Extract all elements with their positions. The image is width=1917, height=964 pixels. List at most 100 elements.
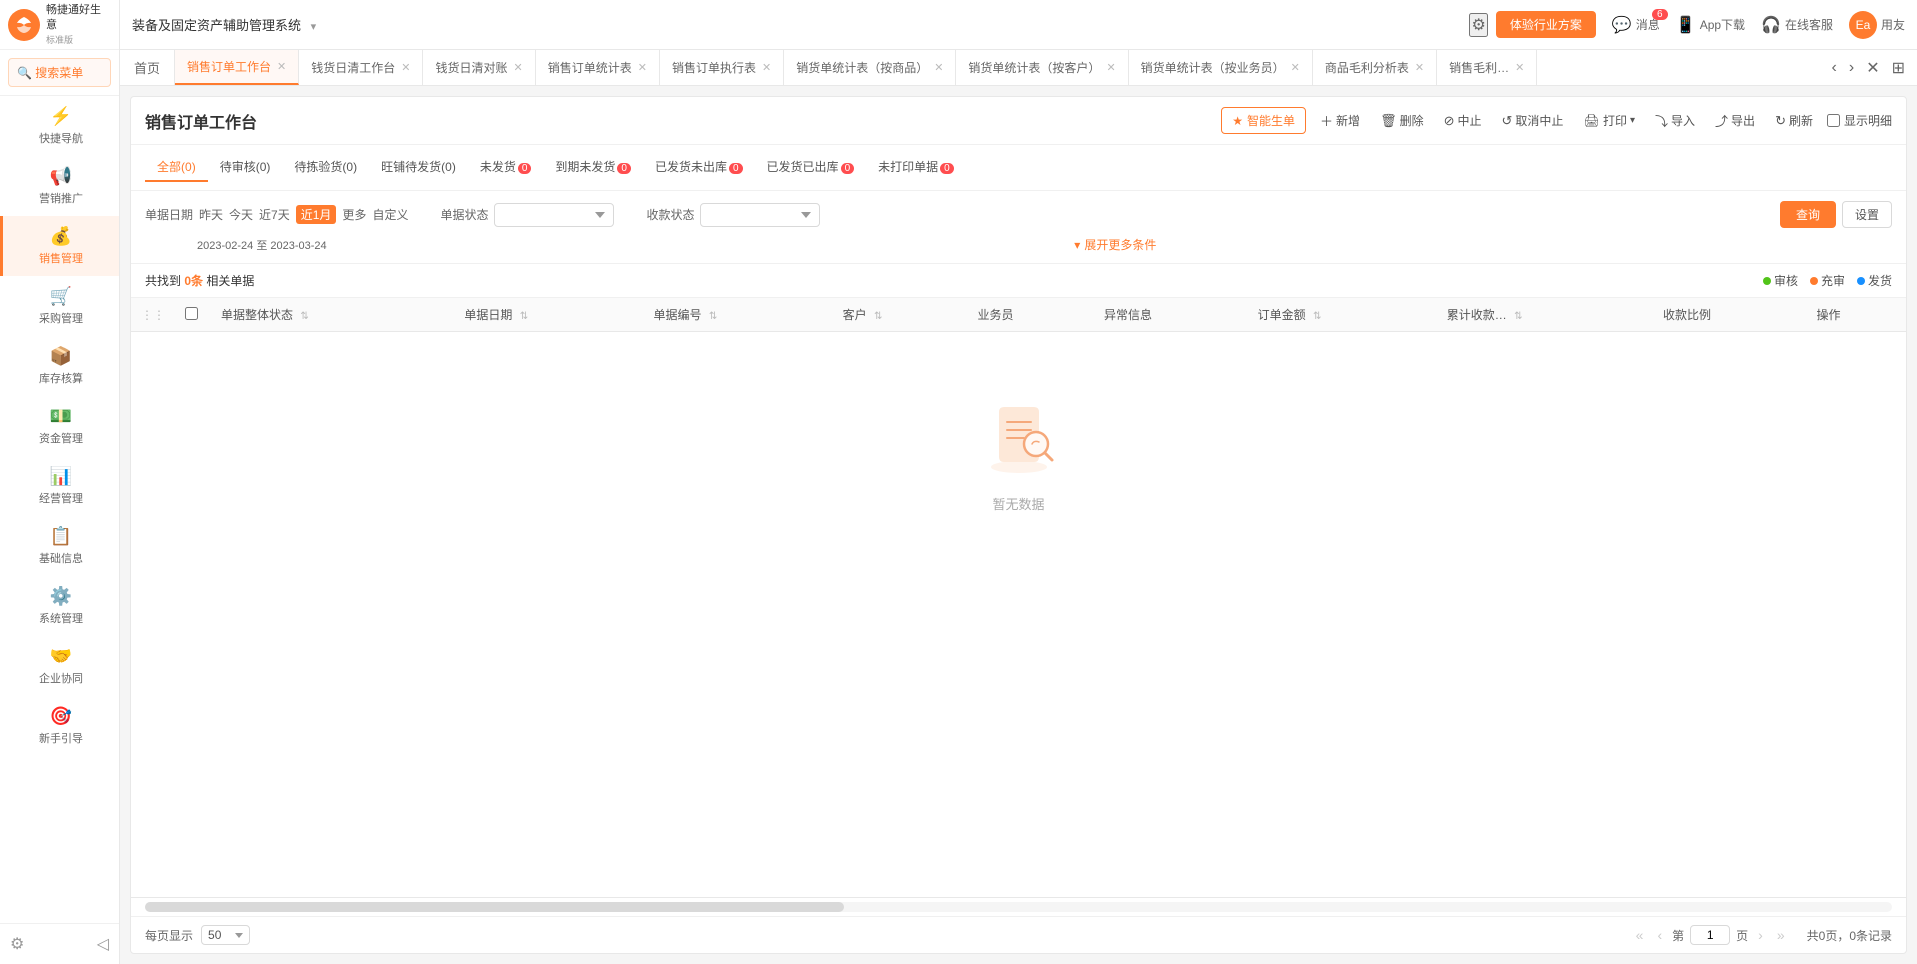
tab-sale-stat-salesperson-close[interactable]: ✕ — [1291, 61, 1300, 74]
page-next-btn[interactable]: › — [1754, 925, 1767, 945]
tab-sales-order-close[interactable]: ✕ — [277, 60, 286, 73]
sidebar-collapse-btn[interactable]: ◁ — [97, 934, 109, 954]
tab-sale-summary[interactable]: 销售毛利… ✕ — [1437, 50, 1537, 85]
tab-sale-stat-customer-close[interactable]: ✕ — [1106, 61, 1115, 74]
filter-tab-shipped-out[interactable]: 已发货已出库0 — [755, 153, 867, 182]
tab-sales-order[interactable]: 销售订单工作台 ✕ — [175, 50, 299, 85]
delete-btn[interactable]: 🗑 删除 — [1374, 108, 1430, 133]
bulk-anti-review-btn[interactable]: 充审 — [1810, 272, 1845, 289]
page-last-btn[interactable]: » — [1773, 925, 1789, 945]
date-7days[interactable]: 近7天 — [259, 206, 290, 223]
sort-status-icon[interactable]: ⇅ — [300, 311, 308, 322]
tab-sale-stat-customer[interactable]: 销货单统计表（按客户） ✕ — [956, 50, 1128, 85]
smart-create-btn[interactable]: ★ 智能生单 — [1221, 107, 1306, 134]
filter-tab-not-shipped[interactable]: 未发货0 — [468, 153, 544, 182]
page-size-select[interactable]: 10 20 50 100 — [201, 925, 250, 945]
payment-filter-select[interactable]: 已收款 未收款 — [700, 203, 820, 227]
tab-cash-reconcile[interactable]: 钱货日清对账 ✕ — [423, 50, 535, 85]
date-today[interactable]: 今天 — [229, 206, 253, 223]
page-first-btn[interactable]: « — [1632, 925, 1648, 945]
tab-cash-daily[interactable]: 钱货日清工作台 ✕ — [299, 50, 423, 85]
tab-sales-exec[interactable]: 销售订单执行表 ✕ — [660, 50, 784, 85]
filter-tab-all[interactable]: 全部(0) — [145, 153, 208, 182]
sidebar-item-operation[interactable]: 📊 经营管理 — [0, 456, 119, 516]
tab-cash-reconcile-close[interactable]: ✕ — [514, 61, 523, 74]
filter-tab-pending-review[interactable]: 待审核(0) — [208, 153, 283, 182]
tab-product-margin[interactable]: 商品毛利分析表 ✕ — [1313, 50, 1437, 85]
filter-settings-btn[interactable]: 设置 — [1842, 201, 1892, 228]
search-menu-btn[interactable]: 🔍 搜索菜单 — [8, 58, 111, 87]
select-all-checkbox[interactable] — [185, 307, 198, 320]
settings-gear-btn[interactable]: ⚙ — [1469, 13, 1487, 37]
tab-sales-exec-close[interactable]: ✕ — [762, 61, 771, 74]
filter-tab-shipped-not-in[interactable]: 已发货未出库0 — [643, 153, 755, 182]
sidebar-item-system[interactable]: ⚙️ 系统管理 — [0, 576, 119, 636]
industry-solution-btn[interactable]: 体验行业方案 — [1496, 11, 1596, 38]
tab-sale-stat-product-close[interactable]: ✕ — [934, 61, 943, 74]
sidebar-settings-btn[interactable]: ⚙ — [10, 934, 24, 954]
tab-sale-stat-product[interactable]: 销货单统计表（按商品） ✕ — [784, 50, 956, 85]
date-yesterday[interactable]: 昨天 — [199, 206, 223, 223]
cancel-suspend-btn[interactable]: ↺ 取消中止 — [1496, 108, 1570, 133]
sidebar-item-marketing[interactable]: 📢 营销推广 — [0, 156, 119, 216]
print-btn[interactable]: 🖨 打印 ▾ — [1577, 108, 1641, 133]
print-dropdown-icon: ▾ — [1630, 115, 1635, 126]
sidebar-item-basic[interactable]: 📋 基础信息 — [0, 516, 119, 576]
scrollbar-thumb[interactable] — [145, 902, 844, 912]
purchase-icon: 🛒 — [50, 286, 72, 307]
sort-date-icon[interactable]: ⇅ — [520, 311, 528, 322]
tab-sales-stat-close[interactable]: ✕ — [638, 61, 647, 74]
date-1month[interactable]: 近1月 — [296, 205, 337, 224]
filter-tab-pending-verify[interactable]: 待拣验货(0) — [282, 153, 369, 182]
message-btn[interactable]: 💬 消息 6 — [1612, 15, 1660, 35]
sidebar-item-guide[interactable]: 🎯 新手引导 — [0, 696, 119, 756]
page-area: 销售订单工作台 ★ 智能生单 ＋ 新增 🗑 删除 ⊘ — [120, 86, 1917, 964]
query-btn[interactable]: 查询 — [1780, 201, 1836, 228]
filter-tab-wangpu[interactable]: 旺铺待发货(0) — [369, 153, 468, 182]
topbar-dropdown-arrow[interactable]: ▾ — [311, 21, 317, 33]
sidebar-item-purchase[interactable]: 🛒 采购管理 — [0, 276, 119, 336]
sidebar-item-operation-label: 经营管理 — [39, 490, 83, 506]
tab-home[interactable]: 首页 — [120, 50, 175, 85]
show-detail-checkbox[interactable] — [1827, 114, 1840, 127]
export-btn[interactable]: ⤴ 导出 — [1709, 107, 1761, 134]
date-more[interactable]: 更多 — [342, 206, 366, 223]
expand-more-btn[interactable]: ▾ 展开更多条件 — [1074, 236, 1156, 253]
app-download-btn[interactable]: 📱 App下载 — [1676, 15, 1745, 35]
horizontal-scrollbar[interactable] — [131, 897, 1906, 916]
tab-cash-daily-close[interactable]: ✕ — [401, 61, 410, 74]
app-logo-icon — [8, 9, 40, 41]
sidebar-item-finance[interactable]: 💵 资金管理 — [0, 396, 119, 456]
filter-tab-not-printed[interactable]: 未打印单据0 — [866, 153, 966, 182]
page-prev-btn[interactable]: ‹ — [1653, 925, 1666, 945]
empty-text: 暂无数据 — [992, 494, 1044, 513]
bulk-review-btn[interactable]: 审核 — [1763, 272, 1798, 289]
tab-sales-stat[interactable]: 销售订单统计表 ✕ — [536, 50, 660, 85]
tab-product-margin-close[interactable]: ✕ — [1415, 61, 1424, 74]
page-number-input[interactable] — [1690, 925, 1730, 945]
date-custom[interactable]: 自定义 — [372, 206, 408, 223]
tab-maximize[interactable]: ⊞ — [1888, 56, 1909, 80]
sort-collected-icon[interactable]: ⇅ — [1514, 311, 1522, 322]
tab-scroll-left[interactable]: ‹ — [1828, 57, 1841, 79]
tab-scroll-right[interactable]: › — [1845, 57, 1858, 79]
sort-amount-icon[interactable]: ⇅ — [1313, 311, 1321, 322]
sidebar-item-inventory[interactable]: 📦 库存核算 — [0, 336, 119, 396]
tab-close-all[interactable]: ✕ — [1862, 56, 1883, 80]
sort-customer-icon[interactable]: ⇅ — [874, 311, 882, 322]
filter-tab-overdue[interactable]: 到期未发货0 — [543, 153, 643, 182]
tab-sale-stat-salesperson[interactable]: 销货单统计表（按业务员） ✕ — [1129, 50, 1313, 85]
add-btn[interactable]: ＋ 新增 — [1314, 107, 1366, 134]
import-btn[interactable]: ⤵ 导入 — [1649, 107, 1701, 134]
user-profile-btn[interactable]: Ea 用友 — [1849, 11, 1905, 39]
tab-sale-summary-close[interactable]: ✕ — [1515, 61, 1524, 74]
status-filter-select[interactable]: 审核 未审核 — [494, 203, 614, 227]
sort-number-icon[interactable]: ⇅ — [709, 311, 717, 322]
online-service-btn[interactable]: 🎧 在线客服 — [1761, 15, 1833, 35]
bulk-ship-btn[interactable]: 发货 — [1857, 272, 1892, 289]
suspend-btn[interactable]: ⊘ 中止 — [1438, 108, 1488, 133]
sidebar-item-quick-nav[interactable]: ⚡ 快捷导航 — [0, 96, 119, 156]
sidebar-item-enterprise[interactable]: 🤝 企业协同 — [0, 636, 119, 696]
sidebar-item-sales[interactable]: 💰 销售管理 — [0, 216, 119, 276]
refresh-btn[interactable]: ↻ 刷新 — [1769, 108, 1819, 133]
